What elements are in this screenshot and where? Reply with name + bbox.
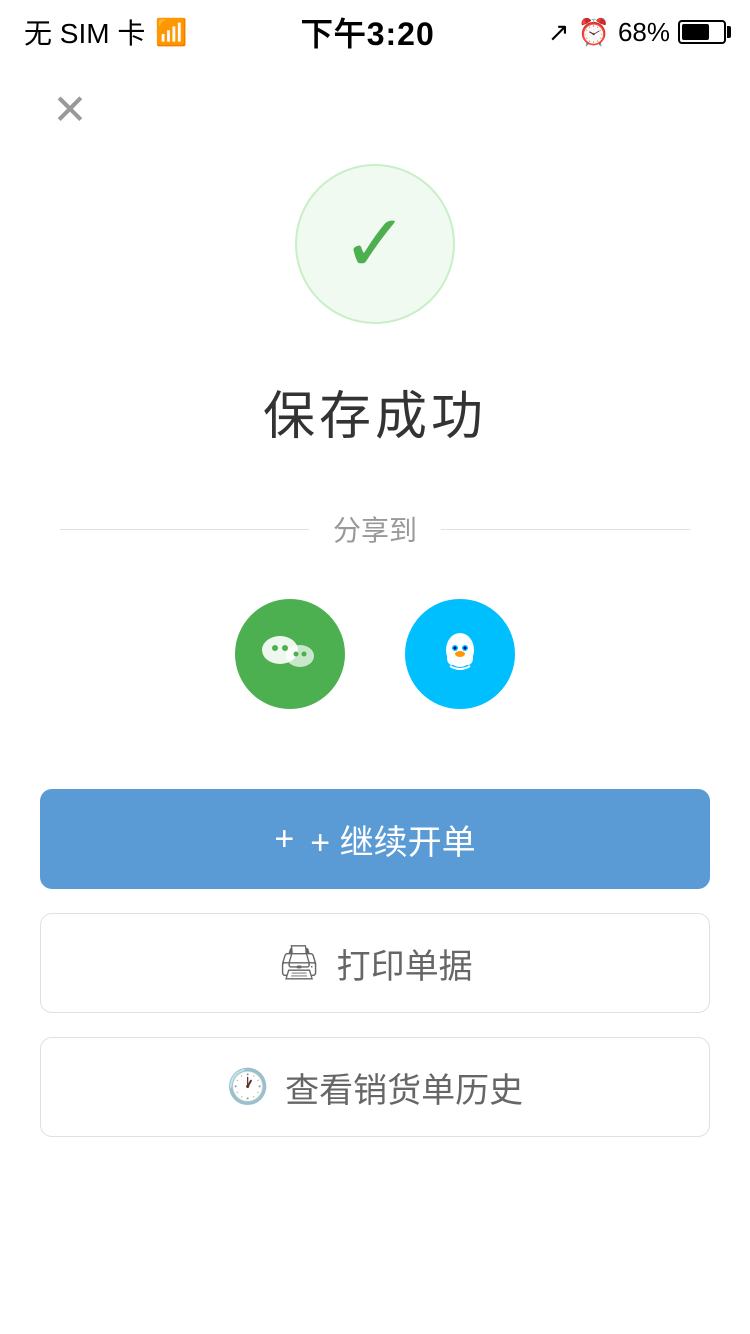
wechat-icon bbox=[258, 622, 322, 686]
status-left: 无 SIM 卡 📶 bbox=[24, 12, 188, 52]
wechat-share-button[interactable] bbox=[235, 599, 345, 709]
battery-text: 68% bbox=[618, 17, 670, 48]
qq-share-button[interactable] bbox=[405, 599, 515, 709]
status-bar: 无 SIM 卡 📶 下午3:20 ↗ ⏰ 68% bbox=[0, 0, 750, 64]
alarm-icon: ⏰ bbox=[578, 17, 610, 48]
checkmark-icon: ✓ bbox=[341, 204, 408, 284]
buttons-container: + + 继续开单 🖨 打印单据 🕐 查看销货单历史 bbox=[0, 789, 750, 1137]
plus-icon: + bbox=[274, 820, 294, 859]
success-circle: ✓ bbox=[295, 164, 455, 324]
continue-label: + 继续开单 bbox=[310, 815, 475, 864]
divider-left bbox=[60, 529, 309, 530]
history-button[interactable]: 🕐 查看销货单历史 bbox=[40, 1037, 710, 1137]
sim-status: 无 SIM 卡 bbox=[24, 12, 145, 52]
wifi-icon: 📶 bbox=[155, 17, 187, 48]
share-icons bbox=[235, 599, 515, 709]
continue-button[interactable]: + + 继续开单 bbox=[40, 789, 710, 889]
close-icon: ✕ bbox=[52, 89, 87, 131]
main-content: ✓ 保存成功 分享到 bbox=[0, 64, 750, 1137]
success-title: 保存成功 bbox=[263, 374, 487, 449]
print-label: 打印单据 bbox=[337, 939, 473, 988]
battery-icon bbox=[678, 20, 726, 44]
history-label: 查看销货单历史 bbox=[285, 1063, 523, 1112]
print-button[interactable]: 🖨 打印单据 bbox=[40, 913, 710, 1013]
printer-icon: 🖨 bbox=[277, 943, 320, 983]
share-divider: 分享到 bbox=[0, 509, 750, 549]
clock-icon: 🕐 bbox=[227, 1067, 269, 1107]
status-time: 下午3:20 bbox=[301, 9, 435, 55]
status-right: ↗ ⏰ 68% bbox=[548, 17, 726, 48]
share-label: 分享到 bbox=[309, 509, 441, 549]
location-icon: ↗ bbox=[548, 17, 570, 48]
close-button[interactable]: ✕ bbox=[40, 80, 100, 140]
qq-icon bbox=[428, 622, 492, 686]
divider-right bbox=[441, 529, 690, 530]
